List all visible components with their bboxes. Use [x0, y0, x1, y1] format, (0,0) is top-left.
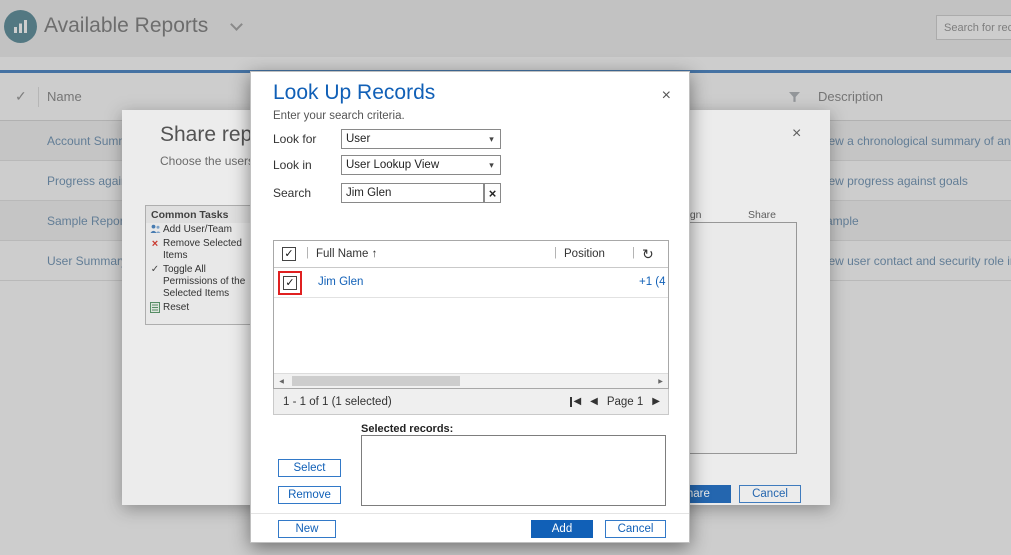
- dropdown-arrow-icon: ▾: [485, 132, 498, 146]
- refresh-icon[interactable]: ↻: [642, 246, 654, 263]
- select-button[interactable]: Select: [278, 459, 341, 477]
- look-in-value: User Lookup View: [346, 159, 439, 171]
- results-grid-header: ✓ | Full Name ↑ | Position | ↻: [274, 241, 668, 268]
- look-for-label: Look for: [273, 132, 316, 146]
- screen: Available Reports ✓ Name Description Acc…: [0, 0, 1011, 555]
- column-header-position[interactable]: Position: [564, 248, 605, 260]
- record-phone: +1 (4: [639, 276, 666, 288]
- select-all-checkbox[interactable]: ✓: [282, 247, 296, 261]
- lookup-results-grid: ✓ | Full Name ↑ | Position | ↻ ✓ Jim G: [273, 240, 669, 389]
- column-header-full-name[interactable]: Full Name ↑: [316, 248, 377, 260]
- lookup-dialog-subtitle: Enter your search criteria.: [273, 110, 405, 122]
- next-page-icon[interactable]: ▶: [652, 397, 660, 407]
- checkmark-icon: ✓: [285, 278, 294, 289]
- record-count: 1 - 1 of 1 (1 selected): [274, 396, 392, 408]
- footer-divider: [251, 513, 689, 514]
- clear-search-icon[interactable]: ×: [484, 183, 501, 203]
- lookup-records-dialog: Look Up Records Enter your search criter…: [250, 71, 690, 543]
- header-separator: |: [632, 247, 635, 259]
- selected-records-box: [361, 435, 666, 506]
- remove-button[interactable]: Remove: [278, 486, 341, 504]
- look-for-value: User: [346, 133, 370, 145]
- header-separator: |: [306, 247, 309, 259]
- highlight-box: ✓: [278, 271, 302, 295]
- add-button[interactable]: Add: [531, 520, 593, 538]
- close-icon[interactable]: ×: [662, 88, 671, 104]
- previous-page-icon[interactable]: ◀: [590, 397, 598, 407]
- header-separator: |: [554, 247, 557, 259]
- dropdown-arrow-icon: ▾: [485, 158, 498, 172]
- page-label: Page 1: [607, 396, 643, 408]
- search-label: Search: [273, 186, 311, 200]
- first-page-icon[interactable]: ◀: [570, 397, 581, 407]
- horizontal-scrollbar[interactable]: ◀ ▶: [274, 373, 668, 388]
- selected-records-label: Selected records:: [361, 423, 453, 435]
- scroll-right-icon[interactable]: ▶: [653, 374, 668, 388]
- results-status-bar: 1 - 1 of 1 (1 selected) ◀ ◀ Page 1 ▶: [273, 389, 669, 415]
- record-name-link[interactable]: Jim Glen: [318, 276, 363, 288]
- scroll-left-icon[interactable]: ◀: [274, 374, 289, 388]
- row-checkbox[interactable]: ✓: [283, 276, 297, 290]
- cancel-button[interactable]: Cancel: [605, 520, 666, 538]
- result-row[interactable]: ✓ Jim Glen +1 (4: [274, 268, 668, 298]
- look-for-select[interactable]: User ▾: [341, 129, 501, 149]
- full-name-label: Full Name: [316, 248, 368, 260]
- lookup-search-input[interactable]: [341, 183, 484, 203]
- look-in-select[interactable]: User Lookup View ▾: [341, 155, 501, 175]
- sort-ascending-icon: ↑: [372, 248, 378, 260]
- checkmark-icon: ✓: [284, 249, 293, 260]
- lookup-dialog-title: Look Up Records: [273, 81, 435, 105]
- scrollbar-thumb[interactable]: [292, 376, 460, 386]
- new-button[interactable]: New: [278, 520, 336, 538]
- pager: ◀ ◀ Page 1 ▶: [570, 389, 660, 415]
- look-in-label: Look in: [273, 158, 312, 172]
